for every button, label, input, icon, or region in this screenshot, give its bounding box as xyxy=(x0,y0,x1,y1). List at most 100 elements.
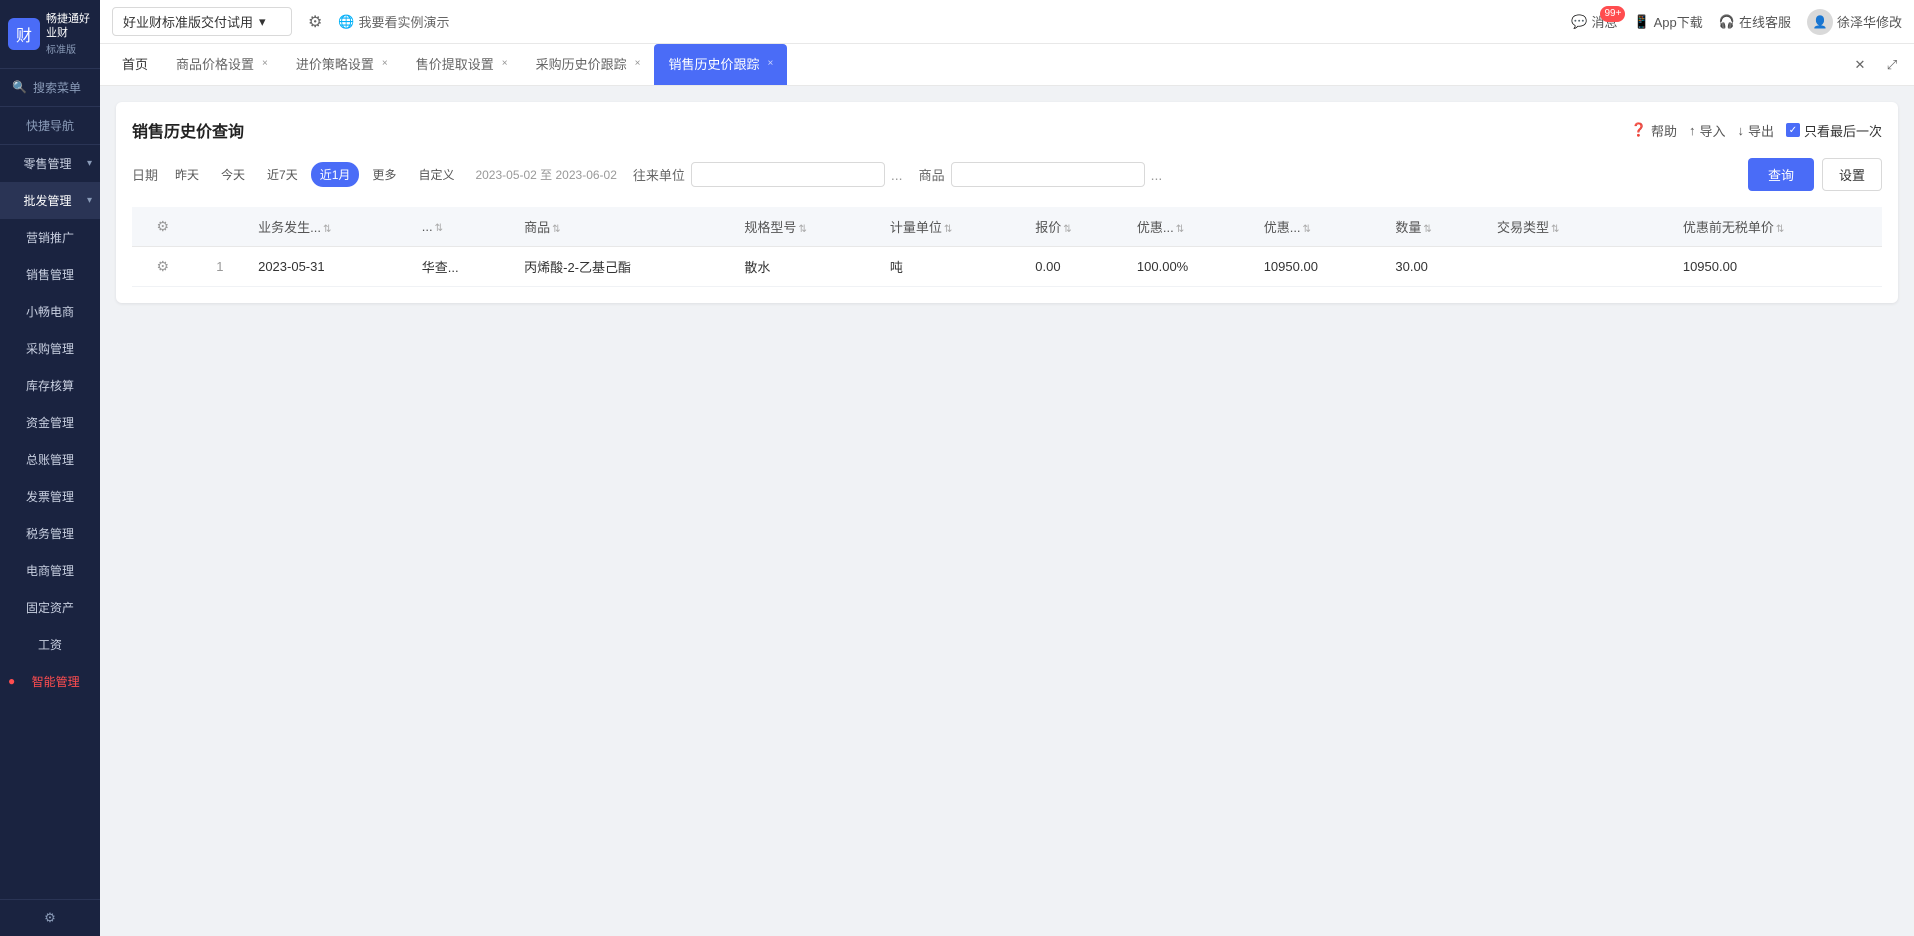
col-price[interactable]: 报价⇅ xyxy=(1023,207,1125,247)
tab-bar: 首页商品价格设置×进价策略设置×售价提取设置×采购历史价跟踪×销售历史价跟踪× … xyxy=(100,44,1914,86)
sidebar-item-account[interactable]: 总账管理 xyxy=(0,441,100,478)
col-product[interactable]: 商品⇅ xyxy=(512,207,732,247)
tab-product-price[interactable]: 商品价格设置× xyxy=(162,44,282,85)
page-title: 销售历史价查询 xyxy=(132,118,244,142)
cell-index: 1 xyxy=(194,247,247,287)
col-pretax_price[interactable]: 优惠前无税单价⇅ xyxy=(1671,207,1882,247)
sidebar-item-label: 资金管理 xyxy=(8,414,92,431)
topbar-settings-icon[interactable]: ⚙ xyxy=(304,8,326,36)
col-trade_type[interactable]: 交易类型⇅ xyxy=(1485,207,1630,247)
sidebar-item-salary[interactable]: 工资 xyxy=(0,626,100,663)
cell-pretax_price: 10950.00 xyxy=(1671,247,1882,287)
sidebar-item-assets[interactable]: 固定资产 xyxy=(0,589,100,626)
col-gear: ⚙ xyxy=(132,207,194,247)
sidebar-item-invoice[interactable]: 发票管理 xyxy=(0,478,100,515)
sidebar-settings[interactable]: ⚙ xyxy=(0,899,100,936)
tab-close-icon[interactable]: × xyxy=(767,58,773,69)
messages-button[interactable]: 💬 消息 99+ xyxy=(1571,12,1617,31)
date-option-more[interactable]: 更多 xyxy=(363,162,405,187)
from-unit-input[interactable] xyxy=(691,162,885,187)
checkbox-checked-icon: ✓ xyxy=(1786,123,1800,137)
cell-more: 华查... xyxy=(410,247,512,287)
expand-tab-button[interactable]: ⤢ xyxy=(1878,51,1906,79)
tab-close-icon[interactable]: × xyxy=(382,58,388,69)
sidebar-item-finance[interactable]: 资金管理 xyxy=(0,404,100,441)
close-tab-button[interactable]: ✕ xyxy=(1846,51,1874,79)
sidebar-item-label: 电商管理 xyxy=(8,562,92,579)
tab-purchase-history[interactable]: 采购历史价跟踪 × xyxy=(522,44,655,85)
export-button[interactable]: ↓ 导出 xyxy=(1737,121,1774,140)
cell-quantity: 30.00 xyxy=(1383,247,1485,287)
sidebar-item-label: 小畅电商 xyxy=(8,303,92,320)
user-menu[interactable]: 👤 徐泽华修改 xyxy=(1807,9,1902,35)
sidebar-item-tax[interactable]: 税务管理 xyxy=(0,515,100,552)
col-more[interactable]: ...⇅ xyxy=(410,207,512,247)
tab-home[interactable]: 首页 xyxy=(108,44,162,85)
col-quantity[interactable]: 数量⇅ xyxy=(1383,207,1485,247)
app-download-button[interactable]: 📱 App下载 xyxy=(1633,12,1702,31)
table-header-row: ⚙业务发生...⇅...⇅商品⇅规格型号⇅计量单位⇅报价⇅优惠...⇅优惠...… xyxy=(132,207,1882,247)
date-option-last1m[interactable]: 近1月 xyxy=(311,162,360,187)
settings-button[interactable]: 设置 xyxy=(1822,158,1882,191)
sort-icon: ⇅ xyxy=(435,223,443,234)
sidebar-quicknav[interactable]: 快捷导航 xyxy=(0,107,100,145)
product-input[interactable] xyxy=(951,162,1145,187)
sidebar-item-label: 发票管理 xyxy=(8,488,92,505)
sidebar-item-inventory[interactable]: 库存核算 xyxy=(0,367,100,404)
sidebar-item-label: 批发管理 xyxy=(8,192,87,209)
main-content: 好业财标准版交付试用 ▾ ⚙ 🌐 我要看实例演示 💬 消息 99+ 📱 App下… xyxy=(100,0,1914,936)
col-spec[interactable]: 规格型号⇅ xyxy=(732,207,877,247)
help-button[interactable]: ❓ 帮助 xyxy=(1631,121,1677,140)
only-last-checkbox[interactable]: ✓ 只看最后一次 xyxy=(1786,121,1882,140)
topbar: 好业财标准版交付试用 ▾ ⚙ 🌐 我要看实例演示 💬 消息 99+ 📱 App下… xyxy=(100,0,1914,44)
tab-label: 售价提取设置 xyxy=(416,54,494,73)
online-service-button[interactable]: 🎧 在线客服 xyxy=(1719,12,1791,31)
col-biz_date[interactable]: 业务发生...⇅ xyxy=(246,207,410,247)
sidebar-item-label: 工资 xyxy=(8,636,92,653)
sidebar-item-sales[interactable]: 销售管理 xyxy=(0,256,100,293)
tab-sale-extract[interactable]: 售价提取设置 × xyxy=(402,44,522,85)
query-button[interactable]: 查询 xyxy=(1748,158,1814,191)
import-button[interactable]: ↑ 导入 xyxy=(1689,121,1726,140)
tab-sales-history[interactable]: 销售历史价跟踪× xyxy=(654,44,787,85)
sort-icon: ⇅ xyxy=(1176,224,1184,235)
date-option-today[interactable]: 今天 xyxy=(212,162,254,187)
tab-close-icon[interactable]: × xyxy=(262,58,268,69)
tab-close-icon[interactable]: × xyxy=(635,58,641,69)
col-discount_pct[interactable]: 优惠...⇅ xyxy=(1125,207,1252,247)
sidebar-item-purchase[interactable]: 采购管理 xyxy=(0,330,100,367)
table-head: ⚙业务发生...⇅...⇅商品⇅规格型号⇅计量单位⇅报价⇅优惠...⇅优惠...… xyxy=(132,207,1882,247)
cell-product: 丙烯酸-2-乙基己酯 xyxy=(512,247,732,287)
logo-icon: 财 xyxy=(8,18,40,50)
date-option-custom[interactable]: 自定义 xyxy=(409,162,463,187)
col-unit[interactable]: 计量单位⇅ xyxy=(878,207,1023,247)
sidebar-item-retail[interactable]: 零售管理▾ xyxy=(0,145,100,182)
tab-label: 采购历史价跟踪 xyxy=(536,54,627,73)
demo-link[interactable]: 🌐 我要看实例演示 xyxy=(338,12,449,31)
date-option-yesterday[interactable]: 昨天 xyxy=(166,162,208,187)
sidebar-item-wholesale[interactable]: 批发管理▾ xyxy=(0,182,100,219)
product-picker-icon[interactable]: ... xyxy=(1151,167,1163,183)
sidebar-item-label: 营销推广 xyxy=(8,229,92,246)
tab-close-icon[interactable]: × xyxy=(502,58,508,69)
from-unit-picker-icon[interactable]: ... xyxy=(891,167,903,183)
export-icon: ↓ xyxy=(1737,123,1744,138)
sidebar-logo: 财 畅捷通好业财 标准版 xyxy=(0,0,100,69)
sidebar-item-ecommerce[interactable]: 电商管理 xyxy=(0,552,100,589)
sidebar-item-marketing[interactable]: 营销推广 xyxy=(0,219,100,256)
row-settings-icon[interactable]: ⚙ xyxy=(156,258,169,274)
sidebar-item-label: 销售管理 xyxy=(8,266,92,283)
logo-text: 畅捷通好业财 标准版 xyxy=(46,12,92,56)
version-selector[interactable]: 好业财标准版交付试用 ▾ xyxy=(112,7,292,36)
tab-label: 进价策略设置 xyxy=(296,54,374,73)
sort-icon: ⇅ xyxy=(1063,224,1071,235)
tab-purchase-strategy[interactable]: 进价策略设置 × xyxy=(282,44,402,85)
sidebar-search[interactable]: 🔍 搜索菜单 xyxy=(0,69,100,107)
table-settings-icon[interactable]: ⚙ xyxy=(156,218,169,234)
sidebar-item-ecommerce-small[interactable]: 小畅电商 xyxy=(0,293,100,330)
sidebar-item-smart[interactable]: ●智能管理 xyxy=(0,663,100,700)
topbar-right: 💬 消息 99+ 📱 App下载 🎧 在线客服 👤 徐泽华修改 xyxy=(1571,9,1902,35)
from-unit-group: 往来单位 ... xyxy=(633,162,903,187)
date-option-last7[interactable]: 近7天 xyxy=(258,162,307,187)
col-discount_amt[interactable]: 优惠...⇅ xyxy=(1252,207,1384,247)
